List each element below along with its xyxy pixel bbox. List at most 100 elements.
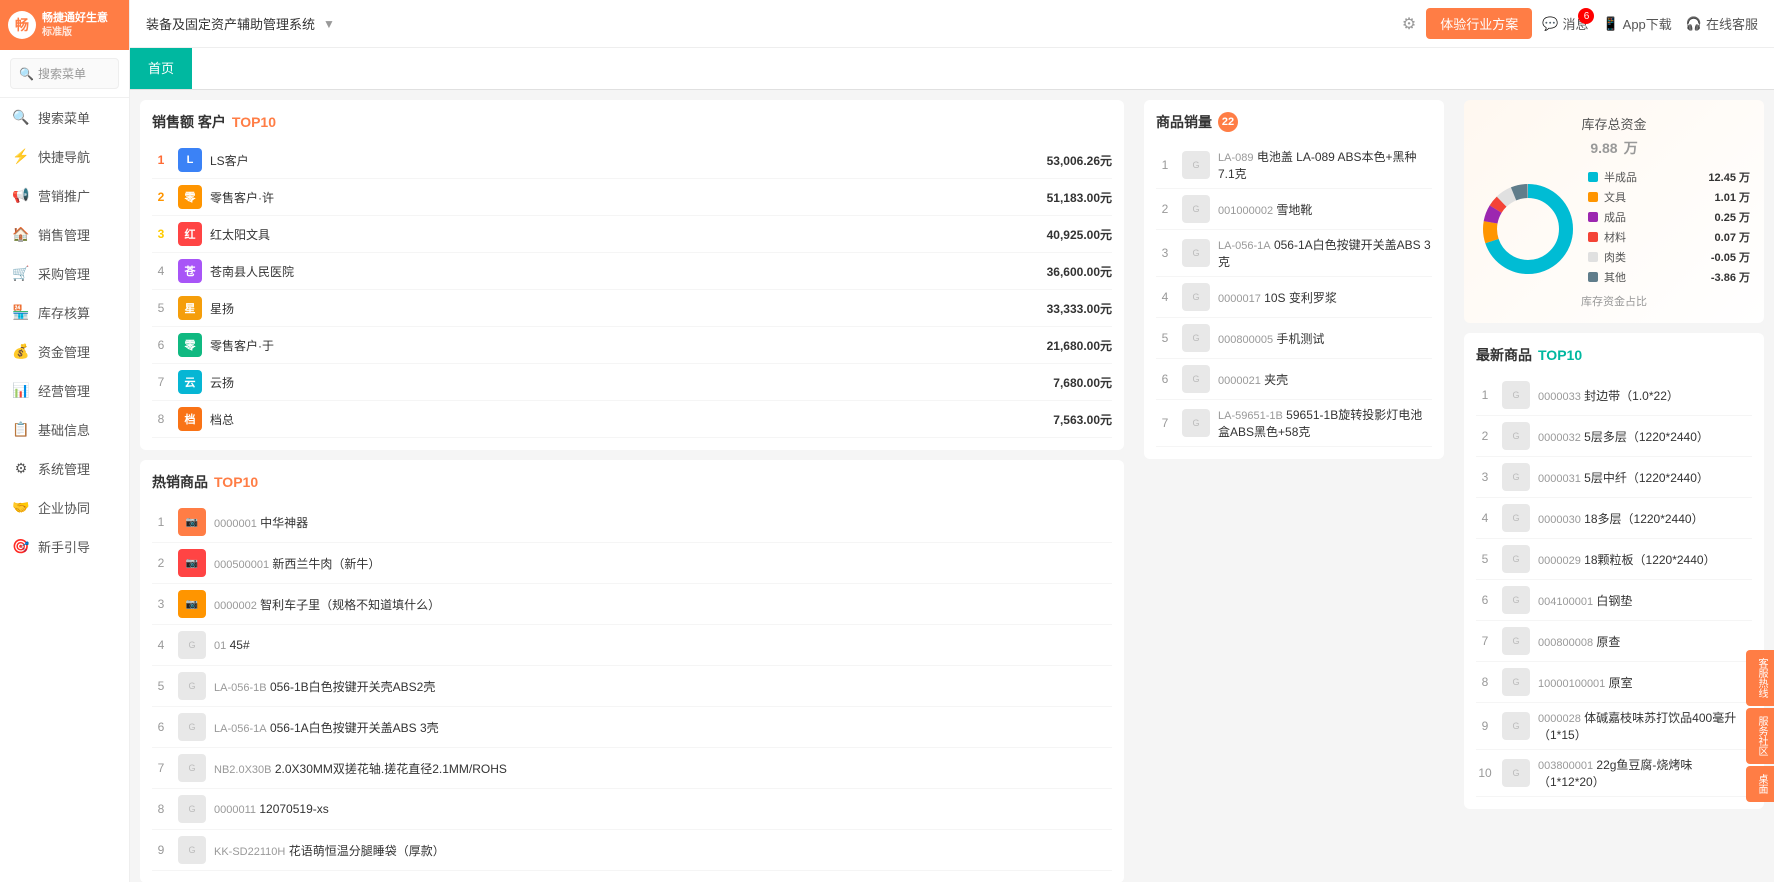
logo-icon: 畅 — [8, 11, 36, 39]
nav-icon-operations: 📊 — [12, 382, 30, 400]
product-info: LA-056-1B 056-1B白色按键开关壳ABS2壳 — [214, 678, 1112, 695]
product-rank: 5 — [152, 679, 170, 693]
headset-icon: 🎧 — [1686, 16, 1702, 32]
system-title-text: 装备及固定资产辅助管理系统 — [146, 14, 315, 33]
product-rank: 4 — [1476, 511, 1494, 525]
rank-value: 53,006.26元 — [1047, 152, 1112, 169]
sidebar-item-finance[interactable]: 💰资金管理 — [0, 332, 129, 371]
product-thumb: G — [1502, 668, 1530, 696]
rank-number: 8 — [152, 412, 170, 426]
nav-label-inventory: 库存核算 — [38, 303, 90, 322]
product-info: 0000030 18多层（1220*2440） — [1538, 510, 1752, 527]
product-info: 0000021 夹壳 — [1218, 371, 1432, 388]
hot-products-bottom-title: 热销商品 TOP10 — [152, 472, 1112, 492]
float-service-desk[interactable]: 桌面 — [1746, 766, 1774, 802]
sidebar-item-inventory[interactable]: 🏪库存核算 — [0, 293, 129, 332]
sidebar-item-purchase[interactable]: 🛒采购管理 — [0, 254, 129, 293]
nav-label-basics: 基础信息 — [38, 420, 90, 439]
newest-product-item: 7 G 000800008 原查 — [1476, 621, 1752, 662]
product-info: 0000001 中华神器 — [214, 514, 1112, 531]
mid-title-badge: 22 — [1218, 112, 1238, 132]
product-thumb: G — [1182, 409, 1210, 437]
donut-chart — [1478, 179, 1578, 279]
sidebar-item-system[interactable]: ⚙系统管理 — [0, 449, 129, 488]
hot-product-bottom-item: 2 📷 000500001 新西兰牛肉（新牛） — [152, 543, 1112, 584]
float-service-community[interactable]: 服务社区 — [1746, 708, 1774, 764]
sidebar-item-operations[interactable]: 📊经营管理 — [0, 371, 129, 410]
customer-rank-item: 4 苍 苍南县人民医院 36,600.00元 — [152, 253, 1112, 290]
inventory-unit: 万 — [1624, 140, 1638, 156]
newest-products-title: 最新商品 TOP10 — [1476, 345, 1752, 365]
nav-icon-system: ⚙ — [12, 460, 30, 478]
sidebar-item-sales[interactable]: 🏠销售管理 — [0, 215, 129, 254]
left-panel: 销售额 客户 TOP10 1 L LS客户 53,006.26元 2 零 零售客… — [130, 90, 1134, 882]
sidebar-item-quick-nav[interactable]: ⚡快捷导航 — [0, 137, 129, 176]
product-rank: 8 — [152, 802, 170, 816]
search-menu-button[interactable]: 🔍 搜索菜单 — [10, 58, 119, 89]
nav-label-marketing: 营销推广 — [38, 186, 90, 205]
tab-home[interactable]: 首页 — [130, 48, 192, 89]
rank-avatar: 零 — [178, 333, 202, 357]
customers-list: 销售额 客户 TOP10 1 L LS客户 53,006.26元 2 零 零售客… — [152, 112, 1112, 438]
product-info: 001000002 雪地靴 — [1218, 201, 1432, 218]
sidebar-nav: 🔍搜索菜单⚡快捷导航📢营销推广🏠销售管理🛒采购管理🏪库存核算💰资金管理📊经营管理… — [0, 98, 129, 566]
hot-product-bottom-item: 7 G NB2.0X30B 2.0X30MM双搓花轴.搓花直径2.1MM/ROH… — [152, 748, 1112, 789]
product-thumb: G — [1502, 545, 1530, 573]
donut-wrapper: 半成品 12.45 万 文具 1.01 万 成品 0.25 万 材料 0.07 … — [1478, 169, 1750, 289]
sidebar-item-guide[interactable]: 🎯 新手引导 — [0, 527, 129, 566]
nav-label-quick-nav: 快捷导航 — [38, 147, 90, 166]
settings-button[interactable]: ⚙ — [1402, 14, 1416, 34]
product-thumb: G — [178, 754, 206, 782]
rank-value: 40,925.00元 — [1047, 226, 1112, 243]
legend-dot — [1588, 192, 1598, 202]
nav-label-guide: 新手引导 — [38, 537, 90, 556]
product-thumb: 📷 — [178, 590, 206, 618]
legend-label: 材料 — [1604, 229, 1626, 245]
sidebar-item-basics[interactable]: 📋基础信息 — [0, 410, 129, 449]
legend-value: -0.05 万 — [1711, 249, 1750, 265]
rank-name: 苍南县人民医院 — [210, 263, 1039, 280]
newest-products-card: 最新商品 TOP10 1 G 0000033 封边带（1.0*22） 2 G 0… — [1464, 333, 1764, 809]
product-rank: 1 — [152, 515, 170, 529]
app-download-item[interactable]: 📱 App下载 — [1602, 14, 1671, 33]
search-label: 搜索菜单 — [38, 65, 86, 82]
nav-icon-guide: 🎯 — [12, 538, 30, 556]
sidebar-search[interactable]: 🔍 搜索菜单 — [0, 50, 129, 98]
product-info: 0000002 智利车子里（规格不知道填什么） — [214, 596, 1112, 613]
product-rank: 7 — [152, 761, 170, 775]
sidebar: 畅 畅捷通好生意 标准版 🔍 搜索菜单 🔍搜索菜单⚡快捷导航📢营销推广🏠销售管理… — [0, 0, 130, 882]
newest-product-item: 4 G 0000030 18多层（1220*2440） — [1476, 498, 1752, 539]
hot-product-bottom-item: 9 G KK-SD22110H 花语萌恒温分腿睡袋（厚款） — [152, 830, 1112, 871]
float-service-hotline[interactable]: 客服热线 — [1746, 650, 1774, 706]
rank-value: 7,680.00元 — [1053, 374, 1112, 391]
rank-number: 1 — [152, 153, 170, 167]
newest-suffix: TOP10 — [1538, 347, 1582, 363]
legend-item: 文具 1.01 万 — [1588, 189, 1750, 205]
product-rank: 6 — [1476, 593, 1494, 607]
legend-list: 半成品 12.45 万 文具 1.01 万 成品 0.25 万 材料 0.07 … — [1588, 169, 1750, 289]
legend-dot — [1588, 232, 1598, 242]
product-rank: 2 — [1156, 202, 1174, 216]
newest-title-text: 最新商品 — [1476, 345, 1532, 365]
product-info: 000800008 原查 — [1538, 633, 1752, 650]
product-thumb: G — [1502, 759, 1530, 787]
product-info: 0000031 5层中纤（1220*2440） — [1538, 469, 1752, 486]
product-rank: 3 — [1156, 246, 1174, 260]
sidebar-item-enterprise[interactable]: 🤝企业协同 — [0, 488, 129, 527]
product-thumb: G — [178, 713, 206, 741]
newest-product-item: 1 G 0000033 封边带（1.0*22） — [1476, 375, 1752, 416]
system-title: 装备及固定资产辅助管理系统 ▼ — [146, 14, 1392, 33]
inventory-sublabel: 库存资金占比 — [1478, 293, 1750, 309]
online-service-item[interactable]: 🎧 在线客服 — [1686, 14, 1758, 33]
mid-product-item: 3 G LA-056-1A 056-1A白色按键开关盖ABS 3克 — [1156, 230, 1432, 277]
messages-item[interactable]: 💬 消息 6 — [1542, 14, 1588, 33]
product-info: 0000033 封边带（1.0*22） — [1538, 387, 1752, 404]
sidebar-item-search[interactable]: 🔍搜索菜单 — [0, 98, 129, 137]
legend-value: 0.07 万 — [1715, 229, 1750, 245]
legend-item: 肉类 -0.05 万 — [1588, 249, 1750, 265]
right-panel: 库存总资金 9.88 万 — [1454, 90, 1774, 882]
product-rank: 5 — [1476, 552, 1494, 566]
system-dropdown-btn[interactable]: ▼ — [323, 17, 335, 31]
trial-button[interactable]: 体验行业方案 — [1426, 8, 1532, 39]
sidebar-item-marketing[interactable]: 📢营销推广 — [0, 176, 129, 215]
